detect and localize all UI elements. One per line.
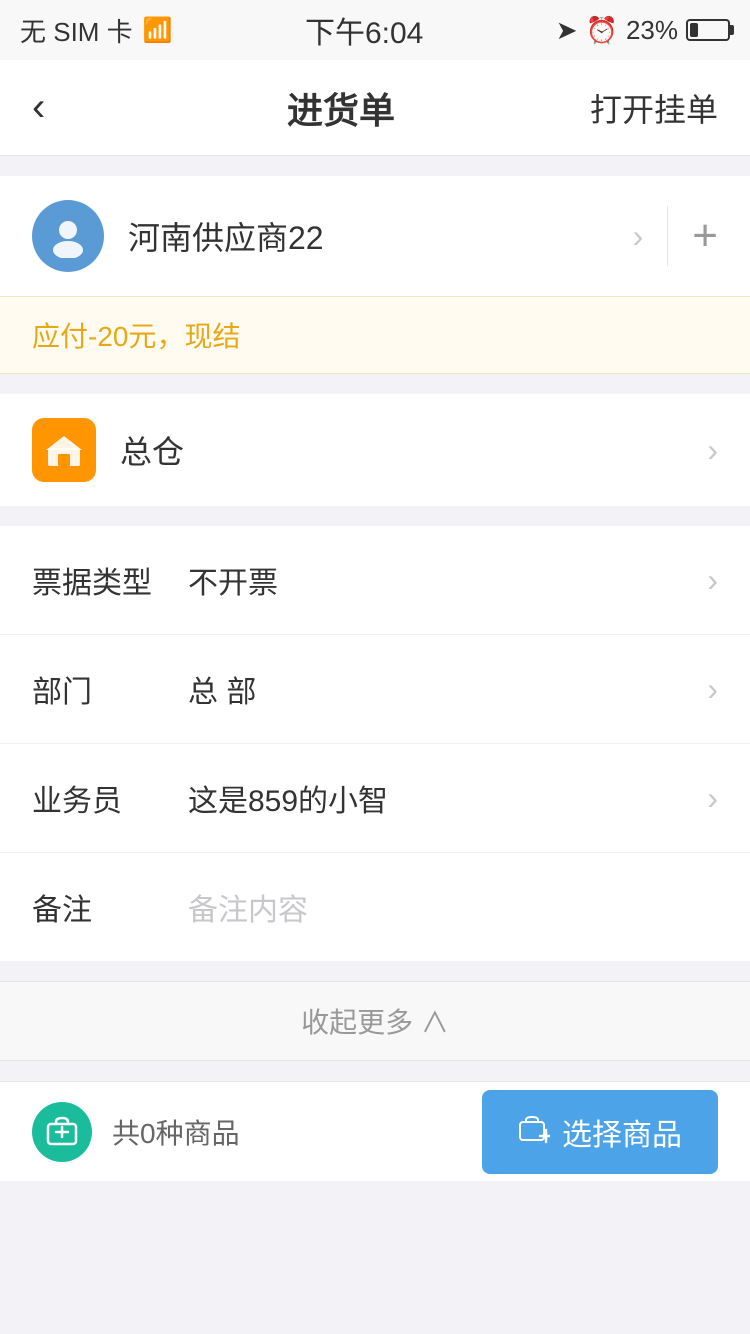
alarm-icon: ⏰	[586, 15, 618, 46]
remarks-input[interactable]: 备注内容	[172, 885, 718, 929]
open-pending-button[interactable]: 打开挂单	[590, 85, 718, 131]
nav-bar: ‹ 进货单 打开挂单	[0, 60, 750, 156]
notice-bar: 应付-20元，现结	[0, 296, 750, 374]
location-icon: ➤	[556, 15, 578, 46]
supplier-row: 河南供应商22 › +	[0, 176, 750, 296]
supplier-chevron-icon: ›	[633, 218, 644, 255]
warehouse-icon	[32, 418, 96, 482]
salesman-chevron-icon: ›	[707, 780, 718, 817]
salesman-value: 这是859的小智	[172, 776, 707, 820]
dept-row[interactable]: 部门 总 部 ›	[0, 635, 750, 744]
warehouse-section: 总仓 ›	[0, 394, 750, 506]
gap1	[0, 156, 750, 176]
supplier-section: 河南供应商22 › + 应付-20元，现结	[0, 176, 750, 374]
form-section: 票据类型 不开票 › 部门 总 部 › 业务员 这是859的小智 › 备注 备注…	[0, 526, 750, 961]
product-count-icon	[32, 1102, 92, 1162]
select-product-button[interactable]: 选择商品	[482, 1090, 718, 1174]
salesman-row[interactable]: 业务员 这是859的小智 ›	[0, 744, 750, 853]
dept-label: 部门	[32, 667, 172, 711]
warehouse-row[interactable]: 总仓 ›	[0, 394, 750, 506]
status-bar: 无 SIM 卡 📶 下午6:04 ➤ ⏰ 23%	[0, 0, 750, 60]
warehouse-chevron-icon: ›	[707, 432, 718, 469]
page-title: 进货单	[287, 82, 395, 134]
invoice-value: 不开票	[172, 558, 707, 602]
remarks-label: 备注	[32, 885, 172, 929]
product-count-text: 共0种商品	[112, 1112, 482, 1152]
supplier-name[interactable]: 河南供应商22	[128, 213, 633, 259]
warehouse-name: 总仓	[120, 427, 707, 473]
salesman-label: 业务员	[32, 776, 172, 820]
status-time: 下午6:04	[305, 8, 423, 52]
invoice-row[interactable]: 票据类型 不开票 ›	[0, 526, 750, 635]
notice-text: 应付-20元，现结	[32, 321, 240, 352]
battery-percentage: 23%	[626, 15, 678, 46]
remarks-row[interactable]: 备注 备注内容	[0, 853, 750, 961]
invoice-label: 票据类型	[32, 558, 172, 602]
select-product-label: 选择商品	[562, 1110, 682, 1154]
battery-icon	[686, 19, 730, 41]
status-right: ➤ ⏰ 23%	[556, 15, 730, 46]
back-button[interactable]: ‹	[32, 85, 92, 130]
dept-value: 总 部	[172, 667, 707, 711]
collapse-bar[interactable]: 收起更多 ∧	[0, 981, 750, 1061]
status-carrier: 无 SIM 卡 📶	[20, 12, 173, 49]
dept-chevron-icon: ›	[707, 671, 718, 708]
divider	[667, 206, 668, 266]
add-supplier-button[interactable]: +	[692, 211, 718, 261]
bottom-bar: 共0种商品 选择商品	[0, 1081, 750, 1181]
supplier-avatar	[32, 200, 104, 272]
invoice-chevron-icon: ›	[707, 562, 718, 599]
carrier-text: 无 SIM 卡	[20, 12, 133, 49]
collapse-label[interactable]: 收起更多 ∧	[301, 1001, 449, 1041]
wifi-icon: 📶	[143, 16, 173, 45]
